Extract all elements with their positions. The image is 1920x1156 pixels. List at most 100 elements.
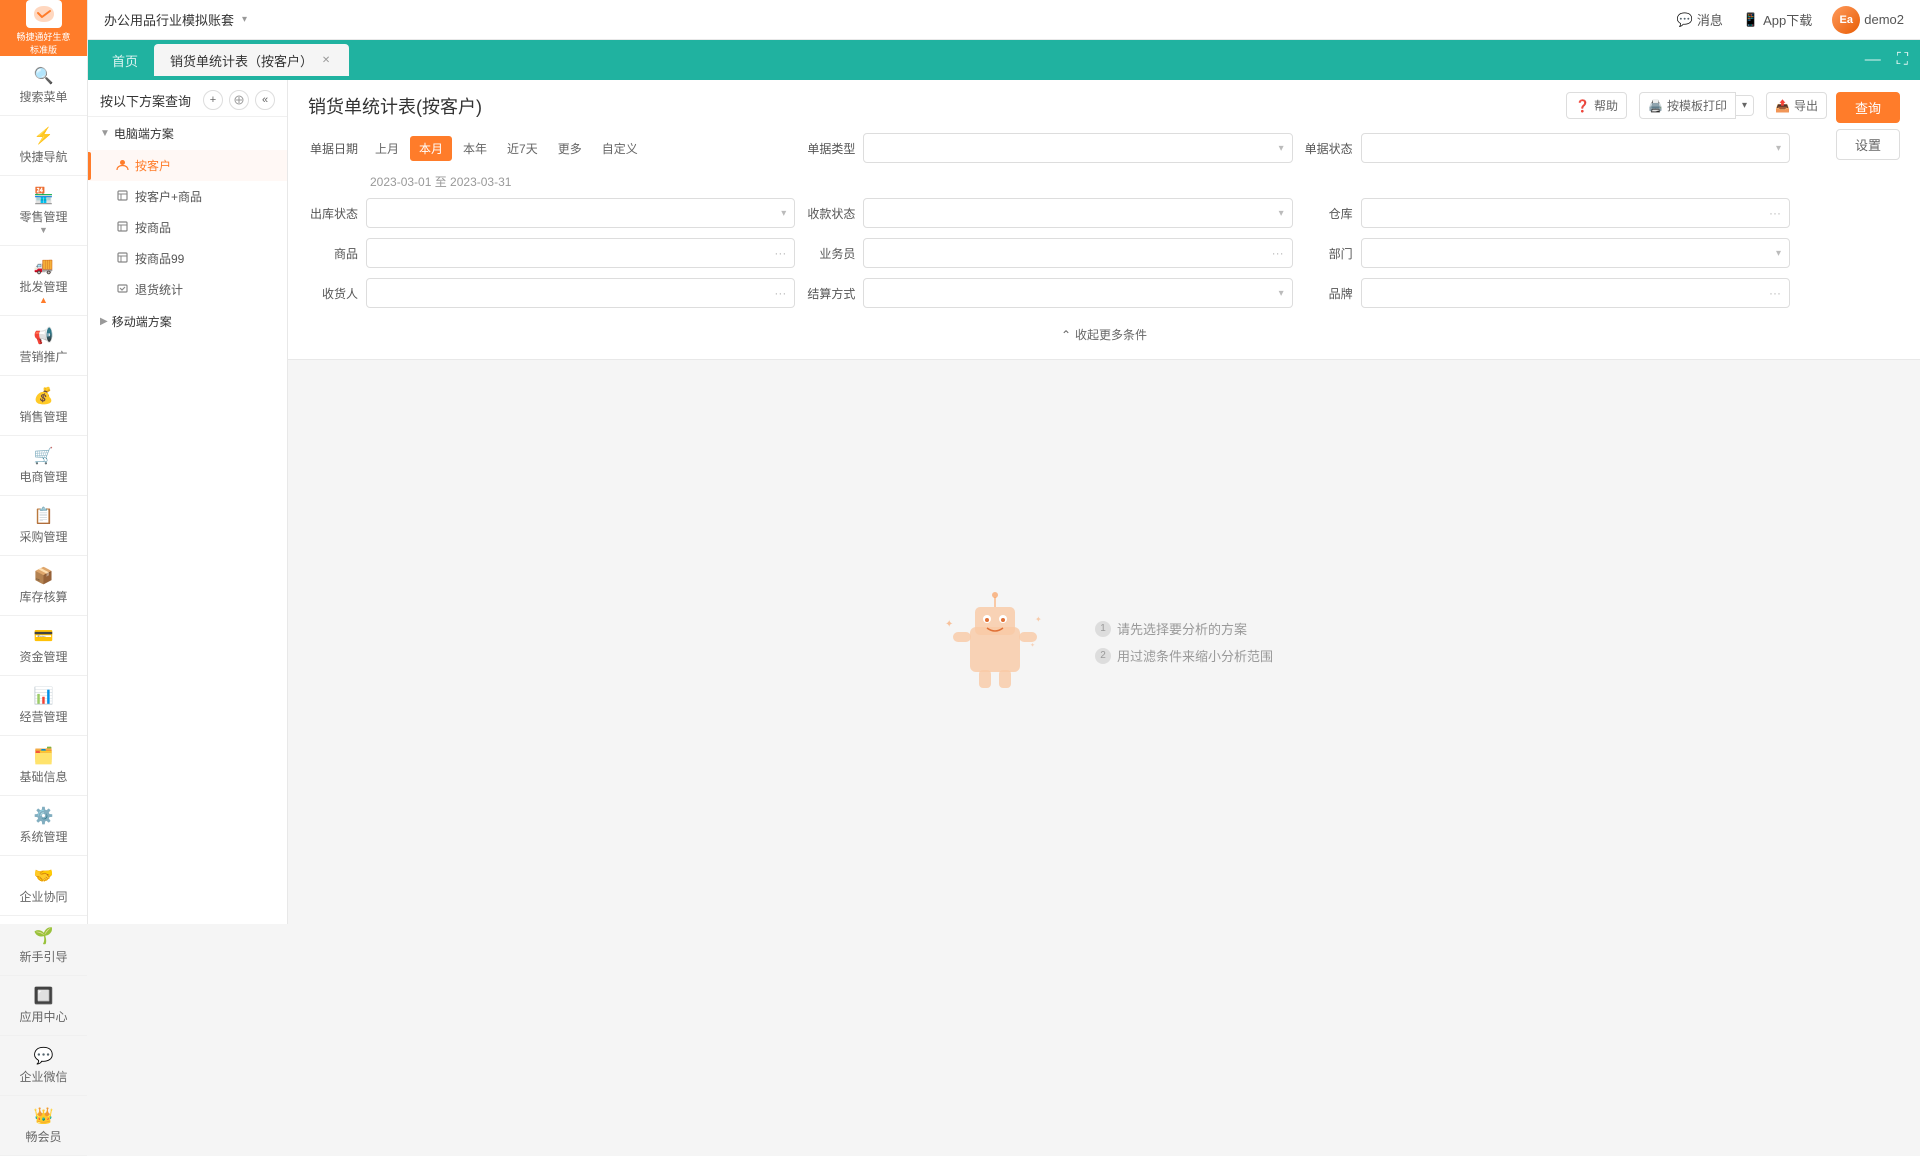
collapse-row[interactable]: ⌃ 收起更多条件 — [308, 318, 1900, 347]
sidebar-item-member[interactable]: 👑 畅会员 — [0, 1096, 87, 1156]
date-btn-more[interactable]: 更多 — [549, 136, 591, 161]
tab-sales-stat[interactable]: 销货单统计表（按客户） ✕ — [154, 44, 349, 76]
scheme-group-pc-header[interactable]: ▼ 电脑端方案 — [88, 117, 287, 150]
empty-area: ✦ ✦ ✦ 1 请先选择要分析的方案 2 用过滤条件来缩小分析 — [288, 360, 1920, 924]
print-btn[interactable]: 🖨️ 按模板打印 — [1639, 92, 1736, 119]
print-btn-group: 🖨️ 按模板打印 ▾ — [1639, 92, 1754, 119]
sidebar-item-basic[interactable]: 🗂️ 基础信息 — [0, 736, 87, 796]
tab-minimize-btn[interactable]: — — [1861, 47, 1885, 73]
scheme-item-refund-stat[interactable]: 退货统计 — [88, 274, 287, 305]
receiver-input[interactable]: ··· — [366, 278, 795, 308]
receiver-dots: ··· — [774, 286, 786, 300]
scheme-add-btn[interactable]: + — [203, 90, 223, 110]
query-btn[interactable]: 查询 — [1836, 92, 1900, 123]
sidebar-item-appcenter[interactable]: 🔲 应用中心 — [0, 976, 87, 1036]
goods99-icon — [116, 251, 129, 267]
message-btn[interactable]: 💬 消息 — [1677, 10, 1723, 29]
warehouse-input[interactable]: ··· — [1361, 198, 1790, 228]
sidebar-item-retail[interactable]: 🏪 零售管理 ▼ — [0, 176, 87, 246]
scheme-item-by-customer[interactable]: 按客户 — [88, 150, 287, 181]
dept-cell: 部门 ▾ — [1303, 238, 1790, 268]
doc-status-select[interactable]: ▾ — [1361, 133, 1790, 163]
sidebar: 畅捷通好生意 标准版 🔍 搜索菜单 ⚡ 快捷导航 🏪 零售管理 ▼ 🚚 批发管理… — [0, 0, 88, 924]
sidebar-item-finance[interactable]: 💳 资金管理 — [0, 616, 87, 676]
collapse-label: 收起更多条件 — [1075, 326, 1147, 343]
date-btn-this-month[interactable]: 本月 — [410, 136, 452, 161]
filter-row-1: 单据日期 上月 本月 本年 近7天 更多 自定义 单据类型 — [308, 133, 1790, 163]
sidebar-item-operation[interactable]: 📊 经营管理 — [0, 676, 87, 736]
scheme-item-customer-goods[interactable]: 按客户+商品 — [88, 181, 287, 212]
app-sub: 标准版 — [30, 43, 57, 56]
help-label: 帮助 — [1594, 97, 1618, 114]
sidebar-item-wholesale[interactable]: 🚚 批发管理 ▲ — [0, 246, 87, 316]
settlement-select[interactable]: ▾ — [863, 278, 1292, 308]
filter-panel: 销货单统计表(按客户) ❓ 帮助 🖨️ 按模板打印 ▾ — [288, 80, 1920, 924]
sidebar-item-marketing[interactable]: 📢 营销推广 — [0, 316, 87, 376]
user-profile-btn[interactable]: Ea demo2 — [1832, 6, 1904, 34]
sidebar-enterprise-label: 企业协同 — [0, 888, 87, 905]
staff-input[interactable]: ··· — [863, 238, 1292, 268]
header-right: 💬 消息 📱 App下载 Ea demo2 — [1677, 6, 1904, 34]
scheme-collapse-btn[interactable]: « — [255, 90, 275, 110]
appcenter-icon: 🔲 — [0, 986, 87, 1006]
settlement-label: 结算方式 — [805, 285, 855, 302]
svg-text:✦: ✦ — [1030, 642, 1035, 649]
date-label: 单据日期 — [308, 140, 358, 157]
scheme-edit-btn[interactable] — [229, 90, 249, 110]
enterprise-icon: 🤝 — [0, 866, 87, 886]
doc-type-select[interactable]: ▾ — [863, 133, 1292, 163]
brand-input[interactable]: ··· — [1361, 278, 1790, 308]
date-btn-custom[interactable]: 自定义 — [593, 136, 647, 161]
goods-input[interactable]: ··· — [366, 238, 795, 268]
sidebar-item-inventory[interactable]: 📦 库存核算 — [0, 556, 87, 616]
date-btn-last7[interactable]: 近7天 — [498, 136, 547, 161]
goods-dots: ··· — [774, 246, 786, 260]
scheme-item-by-goods99[interactable]: 按商品99 — [88, 243, 287, 274]
doc-type-arrow: ▾ — [1279, 143, 1284, 154]
sidebar-item-system[interactable]: ⚙️ 系统管理 — [0, 796, 87, 856]
scheme-group-mobile-header[interactable]: ▶ 移动端方案 — [88, 305, 287, 338]
member-icon: 👑 — [0, 1106, 87, 1126]
app-download-btn[interactable]: 📱 App下载 — [1743, 10, 1812, 29]
export-icon: 📤 — [1775, 99, 1790, 113]
print-icon: 🖨️ — [1648, 99, 1663, 113]
message-label: 消息 — [1697, 10, 1723, 29]
sidebar-item-newbie[interactable]: 🌱 新手引导 — [0, 916, 87, 976]
settings-btn[interactable]: 设置 — [1836, 129, 1900, 160]
filter-row-2: 出库状态 ▾ 收款状态 ▾ — [308, 198, 1790, 228]
sidebar-item-ecommerce[interactable]: 🛒 电商管理 — [0, 436, 87, 496]
out-status-select[interactable]: ▾ — [366, 198, 795, 228]
help-btn[interactable]: ❓ 帮助 — [1566, 92, 1627, 119]
dept-select[interactable]: ▾ — [1361, 238, 1790, 268]
step1-text: 请先选择要分析的方案 — [1117, 619, 1247, 638]
platform-dropdown-arrow[interactable]: ▾ — [242, 14, 247, 25]
goods-cell: 商品 ··· — [308, 238, 795, 268]
sidebar-wechat-label: 企业微信 — [0, 1068, 87, 1085]
tab-home-label: 首页 — [112, 51, 138, 70]
out-status-cell: 出库状态 ▾ — [308, 198, 795, 228]
scheme-item-by-goods[interactable]: 按商品 — [88, 212, 287, 243]
print-dropdown-btn[interactable]: ▾ — [1736, 95, 1754, 116]
sidebar-item-purchase[interactable]: 📋 采购管理 — [0, 496, 87, 556]
refund-icon — [116, 282, 129, 298]
tab-home[interactable]: 首页 — [96, 44, 154, 76]
tab-close-btn[interactable]: ✕ — [319, 53, 333, 67]
receiver-cell: 收货人 ··· — [308, 278, 795, 308]
receipt-status-select[interactable]: ▾ — [863, 198, 1292, 228]
sidebar-item-quicknav[interactable]: ⚡ 快捷导航 — [0, 116, 87, 176]
sidebar-purchase-label: 采购管理 — [0, 528, 87, 545]
date-filter-cell: 单据日期 上月 本月 本年 近7天 更多 自定义 — [308, 133, 795, 163]
sidebar-item-wechat[interactable]: 💬 企业微信 — [0, 1036, 87, 1096]
date-btn-this-year[interactable]: 本年 — [454, 136, 496, 161]
sidebar-finance-label: 资金管理 — [0, 648, 87, 665]
staff-cell: 业务员 ··· — [805, 238, 1292, 268]
date-range-text: 2023-03-01 至 2023-03-31 — [370, 175, 511, 189]
date-btn-last-month[interactable]: 上月 — [366, 136, 408, 161]
sidebar-item-search[interactable]: 🔍 搜索菜单 — [0, 56, 87, 116]
ecommerce-icon: 🛒 — [0, 446, 87, 466]
sidebar-item-enterprise[interactable]: 🤝 企业协同 — [0, 856, 87, 916]
sidebar-item-sales[interactable]: 💰 销售管理 — [0, 376, 87, 436]
action-btns: 查询 设置 — [1816, 80, 1920, 172]
tab-maximize-btn[interactable]: ⛶ — [1893, 47, 1912, 73]
logo[interactable]: 畅捷通好生意 标准版 — [0, 0, 87, 56]
